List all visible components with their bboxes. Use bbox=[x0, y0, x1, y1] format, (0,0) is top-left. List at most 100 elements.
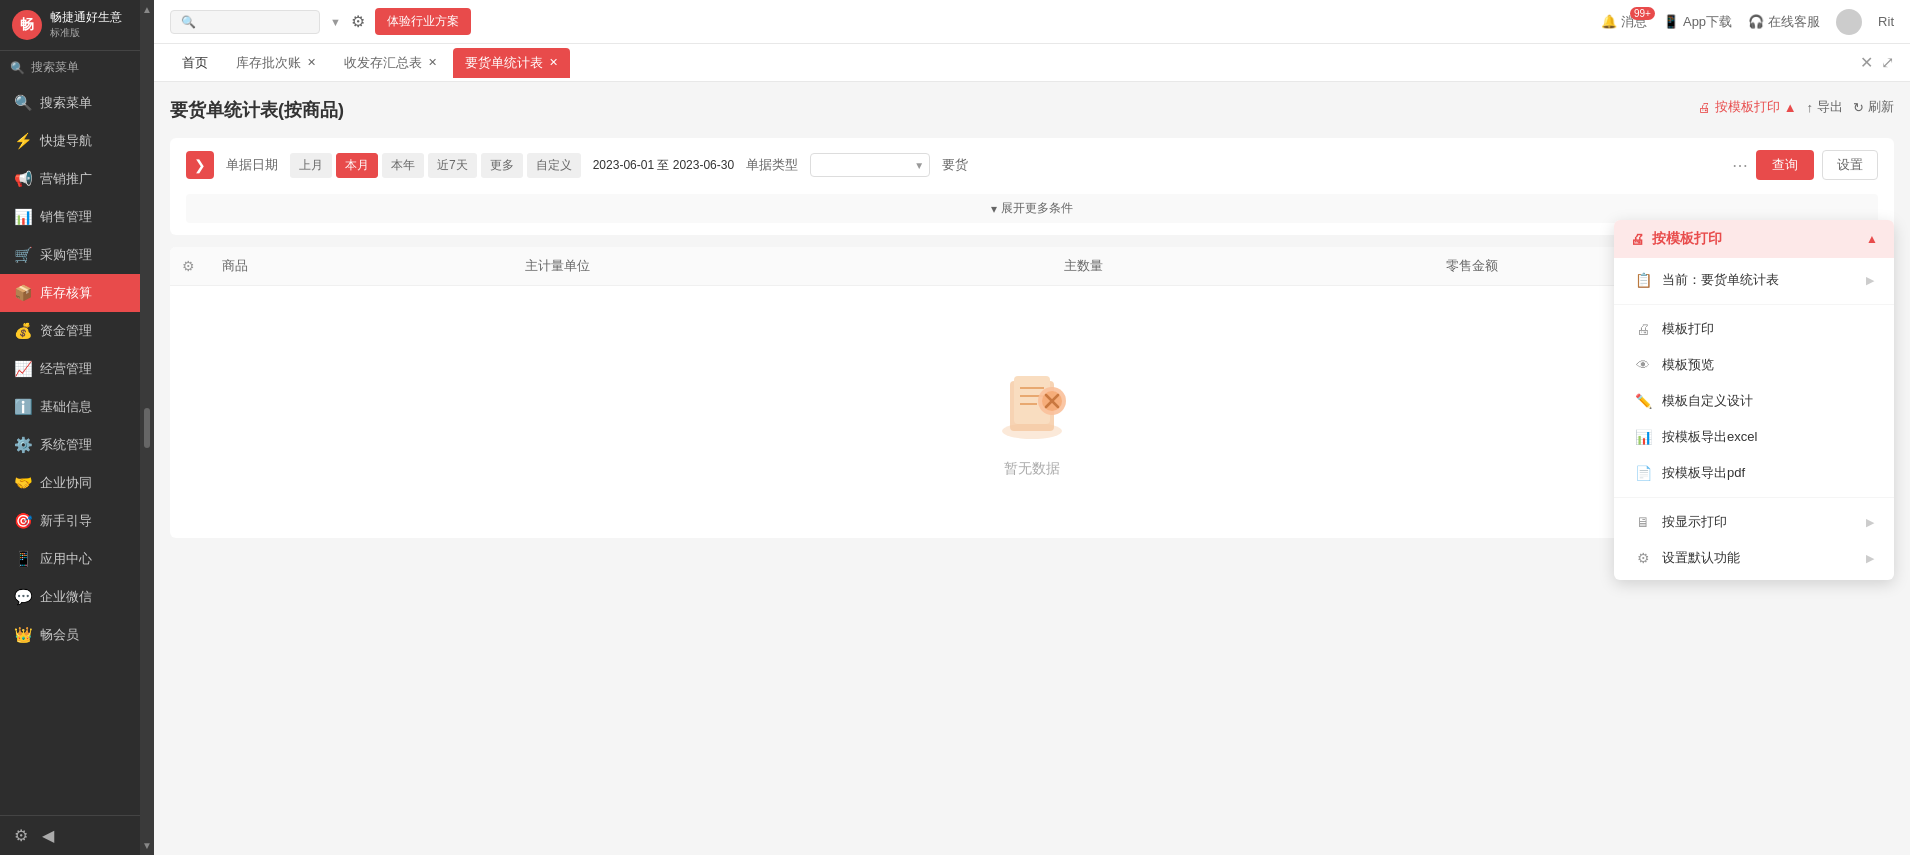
icon-template-excel: 📊 bbox=[1634, 429, 1652, 445]
sidebar-scrollbar[interactable]: ▲ ▼ bbox=[140, 0, 154, 855]
scroll-thumb[interactable] bbox=[144, 408, 150, 448]
query-btn[interactable]: 查询 bbox=[1756, 150, 1814, 180]
sidebar-item-finance[interactable]: 💰资金管理 bbox=[0, 312, 140, 350]
trial-btn[interactable]: 体验行业方案 bbox=[375, 8, 471, 35]
sidebar-item-system[interactable]: ⚙️ 系统管理 bbox=[0, 426, 140, 464]
dropdown-item-template-preview[interactable]: 👁模板预览 bbox=[1614, 347, 1894, 383]
sidebar-item-weixin[interactable]: 💬企业微信 bbox=[0, 578, 140, 616]
app-download-btn[interactable]: 📱 App下载 bbox=[1663, 13, 1732, 31]
printer-icon: 🖨 bbox=[1698, 100, 1711, 115]
date-range-display: 2023-06-01 至 2023-06-30 bbox=[593, 157, 734, 174]
dropdown-set-default[interactable]: ⚙ 设置默认功能 ▶ bbox=[1614, 540, 1894, 576]
product-label: 要货 bbox=[942, 156, 968, 174]
type-select[interactable] bbox=[810, 153, 930, 177]
filter-more-icon[interactable]: ⋯ bbox=[1732, 156, 1748, 175]
nav-icon-guide: 🎯 bbox=[14, 512, 32, 530]
dropdown-current-item[interactable]: 📋 当前：要货单统计表 ▶ bbox=[1614, 262, 1894, 298]
date-btn-7days[interactable]: 近7天 bbox=[428, 153, 477, 178]
refresh-btn[interactable]: ↻ 刷新 bbox=[1853, 98, 1894, 116]
sidebar-search-item[interactable]: 🔍 搜索菜单 bbox=[0, 51, 140, 84]
dropdown-item-template-custom[interactable]: ✏️模板自定义设计 bbox=[1614, 383, 1894, 419]
icon-template-custom: ✏️ bbox=[1634, 393, 1652, 409]
tab-close-receipts[interactable]: ✕ bbox=[428, 56, 437, 69]
date-quick-btns: 上月 本月 本年 近7天 更多 自定义 bbox=[290, 153, 581, 178]
app-logo-icon: 畅 bbox=[12, 10, 42, 40]
sidebar-item-corp[interactable]: 🤝企业协同 bbox=[0, 464, 140, 502]
export-btn[interactable]: ↑ 导出 bbox=[1807, 98, 1844, 116]
topbar-dropdown-arrow[interactable]: ▼ bbox=[330, 16, 341, 28]
topbar-search[interactable]: 🔍 bbox=[170, 10, 320, 34]
col-product: 商品 bbox=[210, 247, 513, 286]
tab-home[interactable]: 首页 bbox=[170, 48, 220, 78]
tab-close-requisition[interactable]: ✕ bbox=[549, 56, 558, 69]
collapse-icon[interactable]: ◀ bbox=[42, 826, 54, 845]
date-btn-this-month[interactable]: 本月 bbox=[336, 153, 378, 178]
sidebar-item-ops[interactable]: 📈经营管理 bbox=[0, 350, 140, 388]
sidebar-logo: 畅 畅捷通好生意 标准版 bbox=[0, 0, 140, 51]
display-print-icon: 🖥 bbox=[1634, 514, 1652, 530]
sidebar-item-purchase[interactable]: 🛒采购管理 bbox=[0, 236, 140, 274]
nav-icon-member: 👑 bbox=[14, 626, 32, 644]
dropdown-header[interactable]: 🖨 按模板打印 ▲ bbox=[1614, 220, 1894, 258]
dropdown-display-print[interactable]: 🖥 按显示打印 ▶ bbox=[1614, 504, 1894, 540]
filter-collapse-btn[interactable]: ❯ bbox=[186, 151, 214, 179]
icon-template-preview: 👁 bbox=[1634, 357, 1652, 373]
sidebar-item-guide[interactable]: 🎯新手引导 bbox=[0, 502, 140, 540]
nav-icon-system: ⚙️ bbox=[14, 436, 32, 454]
empty-text: 暂无数据 bbox=[1004, 460, 1060, 478]
app-icon: 📱 bbox=[1663, 14, 1679, 29]
dropdown-item-template-print[interactable]: 🖨模板打印 bbox=[1614, 311, 1894, 347]
nav-label-inventory: 库存核算 bbox=[40, 284, 92, 302]
app-logo-text: 畅捷通好生意 标准版 bbox=[50, 10, 122, 40]
close-all-tabs-icon[interactable]: ✕ bbox=[1860, 53, 1873, 72]
nav-icon-search: 🔍 bbox=[14, 94, 32, 112]
sidebar-item-inventory[interactable]: 📦 库存核算 bbox=[0, 274, 140, 312]
nav-icon-appstore: 📱 bbox=[14, 550, 32, 568]
settings-btn[interactable]: 设置 bbox=[1822, 150, 1878, 180]
notification-btn[interactable]: 🔔 消息 99+ bbox=[1601, 13, 1647, 31]
dropdown-collapse-icon[interactable]: ▲ bbox=[1866, 232, 1878, 246]
tab-close-batch[interactable]: ✕ bbox=[307, 56, 316, 69]
sidebar-item-basic[interactable]: ℹ️基础信息 bbox=[0, 388, 140, 426]
nav-label-marketing: 营销推广 bbox=[40, 170, 92, 188]
dropdown-item-template-pdf[interactable]: 📄按模板导出pdf bbox=[1614, 455, 1894, 491]
print-dropdown-icon[interactable]: ▲ bbox=[1784, 100, 1797, 115]
sidebar-item-quick-nav[interactable]: ⚡快捷导航 bbox=[0, 122, 140, 160]
date-btn-last-month[interactable]: 上月 bbox=[290, 153, 332, 178]
sidebar-item-search[interactable]: 🔍搜索菜单 bbox=[0, 84, 140, 122]
date-label: 单据日期 bbox=[226, 156, 278, 174]
nav-label-purchase: 采购管理 bbox=[40, 246, 92, 264]
print-btn[interactable]: 🖨 按模板打印 ▲ bbox=[1698, 98, 1797, 116]
date-btn-more[interactable]: 更多 bbox=[481, 153, 523, 178]
topbar-gear-icon[interactable]: ⚙ bbox=[351, 12, 365, 31]
sidebar-item-member[interactable]: 👑畅会员 bbox=[0, 616, 140, 654]
nav-icon-inventory: 📦 bbox=[14, 284, 32, 302]
nav-label-ops: 经营管理 bbox=[40, 360, 92, 378]
dropdown-divider-2 bbox=[1614, 497, 1894, 498]
expand-more-btn[interactable]: ▾ 展开更多条件 bbox=[186, 194, 1878, 223]
tab-batch-account[interactable]: 库存批次账 ✕ bbox=[224, 48, 328, 78]
tab-receipts-summary[interactable]: 收发存汇总表 ✕ bbox=[332, 48, 449, 78]
type-select-wrap bbox=[810, 153, 930, 177]
nav-icon-finance: 💰 bbox=[14, 322, 32, 340]
date-btn-custom[interactable]: 自定义 bbox=[527, 153, 581, 178]
icon-template-print: 🖨 bbox=[1634, 321, 1652, 337]
sidebar-item-appstore[interactable]: 📱应用中心 bbox=[0, 540, 140, 578]
expand-tabs-icon[interactable]: ⤢ bbox=[1881, 53, 1894, 72]
tab-requisition-stats[interactable]: 要货单统计表 ✕ bbox=[453, 48, 570, 78]
online-service-btn[interactable]: 🎧 在线客服 bbox=[1748, 13, 1820, 31]
sidebar-item-sales[interactable]: 📊销售管理 bbox=[0, 198, 140, 236]
scroll-down-icon[interactable]: ▼ bbox=[142, 840, 152, 851]
sidebar-item-marketing[interactable]: 📢营销推广 bbox=[0, 160, 140, 198]
user-avatar[interactable] bbox=[1836, 9, 1862, 35]
nav-label-system: 系统管理 bbox=[40, 436, 92, 454]
current-expand-icon: ▶ bbox=[1866, 274, 1874, 287]
scroll-up-icon[interactable]: ▲ bbox=[142, 4, 152, 15]
settings-icon[interactable]: ⚙ bbox=[14, 826, 28, 845]
date-btn-this-year[interactable]: 本年 bbox=[382, 153, 424, 178]
print-dropdown-menu: 🖨 按模板打印 ▲ 📋 当前：要货单统计表 ▶ 🖨模板打印👁模板预览✏️模板自定… bbox=[1614, 220, 1894, 580]
dropdown-title: 🖨 按模板打印 bbox=[1630, 230, 1722, 248]
dropdown-item-template-excel[interactable]: 📊按模板导出excel bbox=[1614, 419, 1894, 455]
refresh-icon: ↻ bbox=[1853, 100, 1864, 115]
table-col-settings-icon[interactable]: ⚙ bbox=[182, 258, 195, 274]
